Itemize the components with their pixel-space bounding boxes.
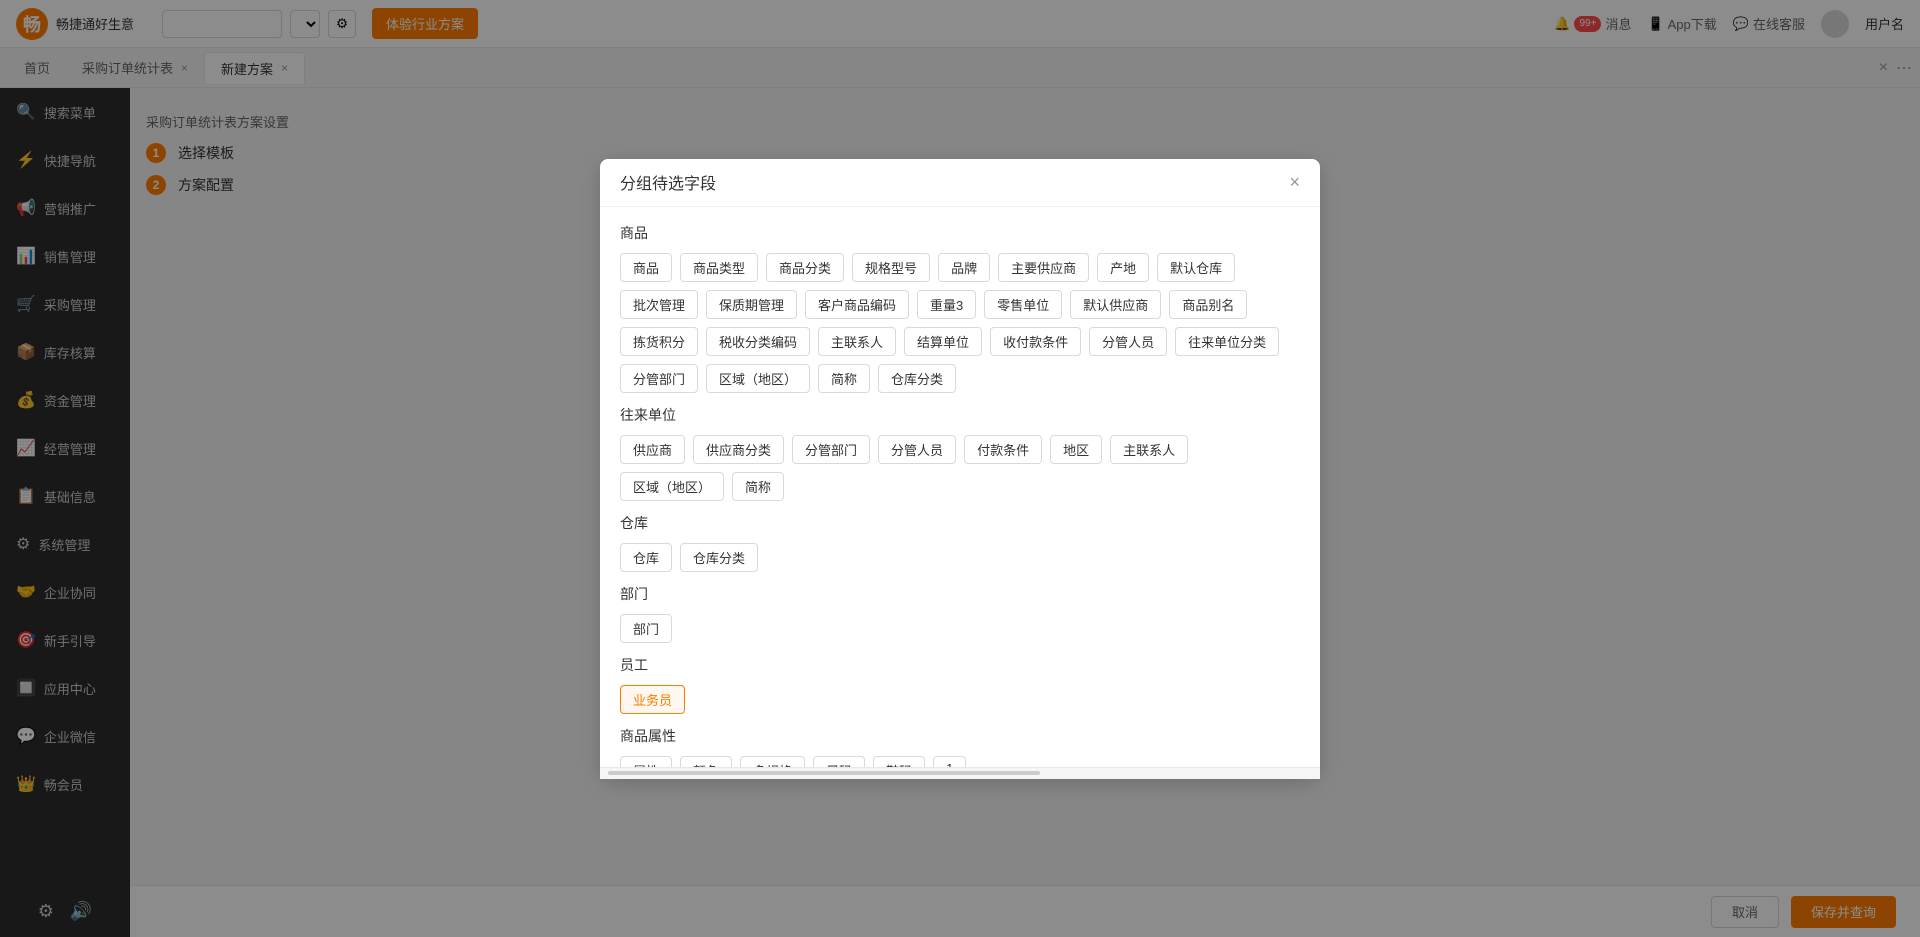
tags-row-仓库: 仓库仓库分类: [620, 543, 1300, 572]
tag-分管人员[interactable]: 分管人员: [1089, 327, 1167, 356]
tag-批次管理[interactable]: 批次管理: [620, 290, 698, 319]
section-title-仓库: 仓库: [620, 513, 1300, 533]
tags-row-商品: 商品商品类型商品分类规格型号品牌主要供应商产地默认仓库批次管理保质期管理客户商品…: [620, 253, 1300, 393]
tag-仓库分类[interactable]: 仓库分类: [878, 364, 956, 393]
modal-header: 分组待选字段 ×: [600, 159, 1320, 208]
tag-主联系人[interactable]: 主联系人: [818, 327, 896, 356]
section-title-部门: 部门: [620, 584, 1300, 604]
modal-body: 商品商品商品类型商品分类规格型号品牌主要供应商产地默认仓库批次管理保质期管理客户…: [600, 207, 1320, 767]
tag-品牌[interactable]: 品牌: [938, 253, 990, 282]
tags-row-往来单位: 供应商供应商分类分管部门分管人员付款条件地区主联系人区域（地区） 简称: [620, 435, 1300, 501]
tag-零售单位[interactable]: 零售单位: [984, 290, 1062, 319]
section-title-员工: 员工: [620, 655, 1300, 675]
modal-close-icon[interactable]: ×: [1289, 172, 1300, 193]
tags-row-员工: 业务员: [620, 685, 1300, 714]
tag-付款条件[interactable]: 付款条件: [964, 435, 1042, 464]
tag-鞋码[interactable]: 鞋码: [873, 756, 925, 767]
tag-收付款条件[interactable]: 收付款条件: [990, 327, 1081, 356]
tags-row-部门: 部门: [620, 614, 1300, 643]
tag-仓库分类[interactable]: 仓库分类: [680, 543, 758, 572]
tag-颜色[interactable]: 颜色: [680, 756, 732, 767]
tag-地区[interactable]: 地区: [1050, 435, 1102, 464]
tag-主联系人[interactable]: 主联系人: [1110, 435, 1188, 464]
tag-商品类型[interactable]: 商品类型: [680, 253, 758, 282]
section-title-商品属性: 商品属性: [620, 726, 1300, 746]
tag-商品分类[interactable]: 商品分类: [766, 253, 844, 282]
tag-仓库[interactable]: 仓库: [620, 543, 672, 572]
tag-保质期管理[interactable]: 保质期管理: [706, 290, 797, 319]
tag-简称[interactable]: 简称: [818, 364, 870, 393]
tag-分管部门[interactable]: 分管部门: [792, 435, 870, 464]
tag-简称[interactable]: 简称: [732, 472, 784, 501]
tag-多规格[interactable]: 多规格: [740, 756, 805, 767]
tag-1[interactable]: 1: [933, 756, 966, 767]
tag-分管部门[interactable]: 分管部门: [620, 364, 698, 393]
section-title-商品: 商品: [620, 223, 1300, 243]
tag-区域（地区）[interactable]: 区域（地区）: [620, 472, 724, 501]
tags-row-商品属性: 属性颜色多规格尺码鞋码 1: [620, 756, 1300, 767]
tag-默认仓库[interactable]: 默认仓库: [1157, 253, 1235, 282]
tag-部门[interactable]: 部门: [620, 614, 672, 643]
tag-往来单位分类[interactable]: 往来单位分类: [1175, 327, 1279, 356]
tag-属性[interactable]: 属性: [620, 756, 672, 767]
tag-商品别名[interactable]: 商品别名: [1169, 290, 1247, 319]
section-title-往来单位: 往来单位: [620, 405, 1300, 425]
modal-dialog: 分组待选字段 × 商品商品商品类型商品分类规格型号品牌主要供应商产地默认仓库批次…: [600, 159, 1320, 779]
modal-bottom-scrollbar[interactable]: [600, 767, 1320, 778]
tag-重量3[interactable]: 重量3: [917, 290, 976, 319]
tag-结算单位[interactable]: 结算单位: [904, 327, 982, 356]
tag-供应商分类[interactable]: 供应商分类: [693, 435, 784, 464]
tag-客户商品编码[interactable]: 客户商品编码: [805, 290, 909, 319]
tag-供应商[interactable]: 供应商: [620, 435, 685, 464]
tag-主要供应商[interactable]: 主要供应商: [998, 253, 1089, 282]
tag-税收分类编码[interactable]: 税收分类编码: [706, 327, 810, 356]
tag-尺码[interactable]: 尺码: [813, 756, 865, 767]
modal-overlay: 分组待选字段 × 商品商品商品类型商品分类规格型号品牌主要供应商产地默认仓库批次…: [0, 0, 1920, 937]
tag-商品[interactable]: 商品: [620, 253, 672, 282]
tag-规格型号[interactable]: 规格型号: [852, 253, 930, 282]
tag-业务员[interactable]: 业务员: [620, 685, 685, 714]
tag-产地[interactable]: 产地: [1097, 253, 1149, 282]
tag-默认供应商[interactable]: 默认供应商: [1070, 290, 1161, 319]
tag-拣货积分[interactable]: 拣货积分: [620, 327, 698, 356]
tag-区域（地区）[interactable]: 区域（地区）: [706, 364, 810, 393]
tag-分管人员[interactable]: 分管人员: [878, 435, 956, 464]
modal-title: 分组待选字段: [620, 170, 716, 194]
